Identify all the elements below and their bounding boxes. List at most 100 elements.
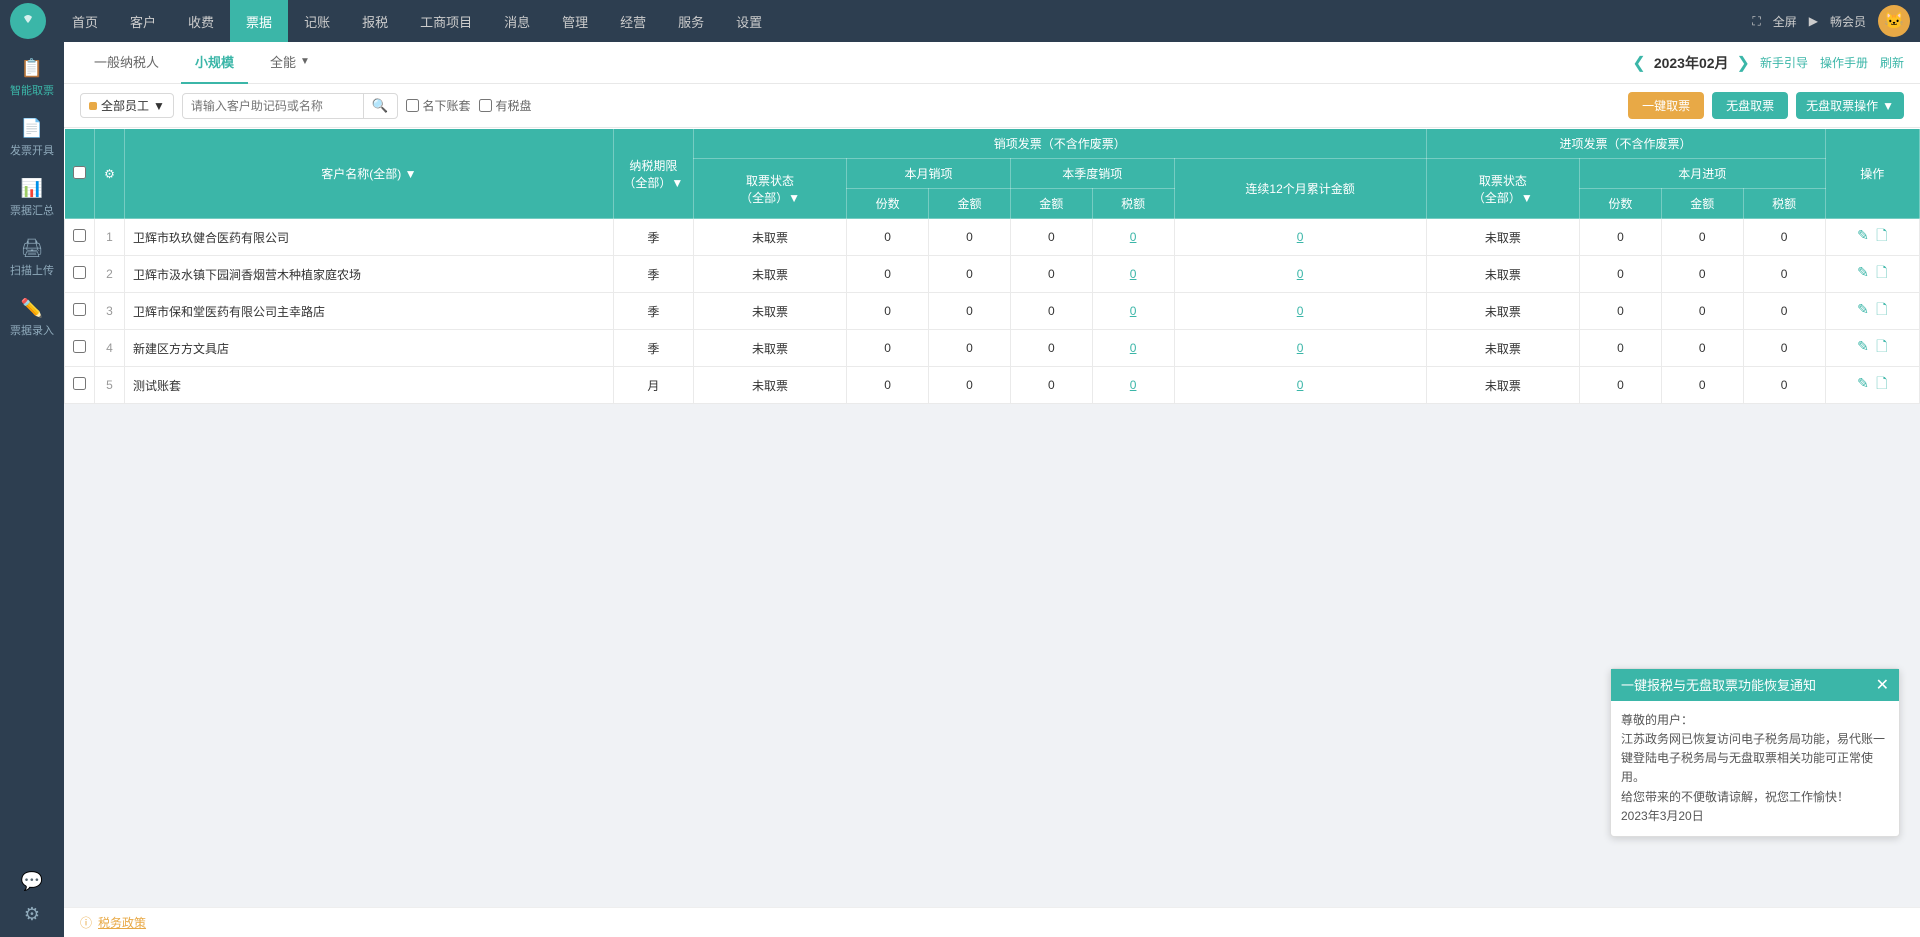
sidebar-item-smart-invoice[interactable]: 📋 智能取票	[0, 50, 64, 106]
th-sale-quarter-amount: 金额	[1010, 189, 1092, 219]
row-operations: ✎ 🗋	[1825, 330, 1920, 367]
sub-tabs-right: ❮ 2023年02月 ❯ 新手引导 操作手册 刷新	[1632, 53, 1904, 73]
sidebar-item-invoice-entry[interactable]: ✏️ 票据录入	[0, 290, 64, 346]
sidebar-item-issue-invoice[interactable]: 📄 发票开具	[0, 110, 64, 166]
row-operations: ✎ 🗋	[1825, 256, 1920, 293]
th-purchase-month-amount: 金额	[1661, 189, 1743, 219]
row-detail-icon[interactable]: 🗋	[1876, 301, 1887, 317]
refresh-link[interactable]: 刷新	[1880, 54, 1904, 71]
row-purchase-month-count: 0	[1580, 330, 1662, 367]
fullscreen-icon[interactable]: ⛶	[1752, 14, 1760, 29]
row-checkbox[interactable]	[65, 367, 95, 404]
row-purchase-status: 未取票	[1426, 256, 1579, 293]
row-detail-icon[interactable]: 🗋	[1876, 264, 1887, 280]
member-label[interactable]: 畅会员	[1830, 13, 1866, 30]
customer-search-box: 🔍	[182, 93, 398, 119]
notification-body: 尊敬的用户： 江苏政务网已恢复访问电子税务局功能，易代账一键登陆电子税务局与无盘…	[1611, 701, 1899, 836]
nav-invoice[interactable]: 票据	[230, 0, 288, 42]
date-next-button[interactable]: ❯	[1737, 53, 1750, 73]
row-checkbox[interactable]	[65, 219, 95, 256]
one-key-fetch-button[interactable]: 一键取票	[1628, 92, 1704, 119]
row-detail-icon[interactable]: 🗋	[1876, 338, 1887, 354]
th-group-purchase: 进项发票（不含作废票）	[1426, 129, 1825, 159]
bottom-bar: ⓘ 税务政策	[64, 907, 1920, 937]
my-account-checkbox[interactable]	[406, 99, 419, 112]
nav-manage[interactable]: 管理	[546, 0, 604, 42]
nav-operation[interactable]: 经营	[604, 0, 662, 42]
row-num: 4	[95, 330, 125, 367]
select-all-checkbox[interactable]	[73, 166, 86, 179]
row-sale-month-count: 0	[847, 330, 929, 367]
sidebar-item-invoice-summary[interactable]: 📊 票据汇总	[0, 170, 64, 226]
sidebar-item-smart-invoice-label: 智能取票	[10, 82, 54, 98]
row-sale-status: 未取票	[693, 293, 846, 330]
employee-label: 全部员工	[101, 97, 149, 114]
sidebar-bottom-icon2[interactable]: ⚙	[24, 904, 40, 925]
nav-business[interactable]: 工商项目	[404, 0, 488, 42]
row-sale-month-count: 0	[847, 293, 929, 330]
no-disk-fetch-button[interactable]: 无盘取票	[1712, 92, 1788, 119]
nav-billing[interactable]: 收费	[172, 0, 230, 42]
fullscreen-label[interactable]: 全屏	[1773, 13, 1797, 30]
row-num: 3	[95, 293, 125, 330]
member-icon[interactable]: ▶	[1809, 14, 1818, 28]
row-edit-icon[interactable]: ✎	[1857, 301, 1869, 317]
tab-all[interactable]: 全能 ▼	[256, 42, 324, 84]
row-operations: ✎ 🗋	[1825, 293, 1920, 330]
notification-close-button[interactable]: ✕	[1876, 675, 1889, 695]
new-guide-link[interactable]: 新手引导	[1760, 54, 1808, 71]
row-sale-12month: 0	[1174, 293, 1426, 330]
my-account-checkbox-label[interactable]: 名下账套	[406, 97, 471, 114]
table-toolbar: 全部员工 ▼ 🔍 名下账套 有税盘 一键取票 无盘取票 无盘取票操作 ▼	[64, 84, 1920, 128]
row-edit-icon[interactable]: ✎	[1857, 375, 1869, 391]
row-edit-icon[interactable]: ✎	[1857, 227, 1869, 243]
row-detail-icon[interactable]: 🗋	[1876, 227, 1887, 243]
row-checkbox[interactable]	[65, 293, 95, 330]
tab-small-scale[interactable]: 小规模	[181, 42, 248, 84]
row-edit-icon[interactable]: ✎	[1857, 264, 1869, 280]
row-sale-quarter-tax: 0	[1092, 367, 1174, 404]
nav-service[interactable]: 服务	[662, 0, 720, 42]
nav-customer[interactable]: 客户	[114, 0, 172, 42]
notification-header: 一键报税与无盘取票功能恢复通知 ✕	[1611, 669, 1899, 701]
th-operation: 操作	[1825, 129, 1920, 219]
th-12month: 连续12个月累计金额	[1174, 159, 1426, 219]
row-purchase-status: 未取票	[1426, 219, 1579, 256]
customer-search-input[interactable]	[183, 95, 363, 117]
tax-disk-checkbox-label[interactable]: 有税盘	[479, 97, 532, 114]
row-sale-quarter-amount: 0	[1010, 293, 1092, 330]
nav-message[interactable]: 消息	[488, 0, 546, 42]
row-sale-12month: 0	[1174, 219, 1426, 256]
manual-link[interactable]: 操作手册	[1820, 54, 1868, 71]
notification-popup: 一键报税与无盘取票功能恢复通知 ✕ 尊敬的用户： 江苏政务网已恢复访问电子税务局…	[1610, 668, 1900, 837]
row-sale-quarter-amount: 0	[1010, 367, 1092, 404]
row-num: 2	[95, 256, 125, 293]
row-checkbox[interactable]	[65, 330, 95, 367]
row-operations: ✎ 🗋	[1825, 367, 1920, 404]
search-button[interactable]: 🔍	[363, 94, 397, 118]
no-disk-ops-dropdown[interactable]: 无盘取票操作 ▼	[1796, 92, 1904, 119]
sidebar-item-scan-upload[interactable]: 🖨 扫描上传	[0, 230, 64, 286]
nav-bookkeeping[interactable]: 记账	[288, 0, 346, 42]
row-purchase-status: 未取票	[1426, 367, 1579, 404]
row-sale-month-amount: 0	[929, 367, 1011, 404]
nav-settings[interactable]: 设置	[720, 0, 778, 42]
row-period: 季	[613, 256, 693, 293]
nav-tax[interactable]: 报税	[346, 0, 404, 42]
tax-disk-checkbox[interactable]	[479, 99, 492, 112]
row-purchase-month-tax: 0	[1743, 293, 1825, 330]
nav-home[interactable]: 首页	[56, 0, 114, 42]
row-sale-month-amount: 0	[929, 256, 1011, 293]
date-prev-button[interactable]: ❮	[1632, 53, 1645, 73]
row-checkbox[interactable]	[65, 256, 95, 293]
tab-general-taxpayer[interactable]: 一般纳税人	[80, 42, 173, 84]
row-sale-12month: 0	[1174, 330, 1426, 367]
tax-policy-link[interactable]: 税务政策	[98, 914, 146, 931]
user-avatar[interactable]: 🐱	[1878, 5, 1910, 37]
sidebar-bottom-icon1[interactable]: 💬	[21, 871, 43, 892]
row-edit-icon[interactable]: ✎	[1857, 338, 1869, 354]
row-purchase-month-tax: 0	[1743, 330, 1825, 367]
row-detail-icon[interactable]: 🗋	[1876, 375, 1887, 391]
employee-selector[interactable]: 全部员工 ▼	[80, 93, 174, 118]
employee-dropdown-icon: ▼	[153, 99, 165, 113]
